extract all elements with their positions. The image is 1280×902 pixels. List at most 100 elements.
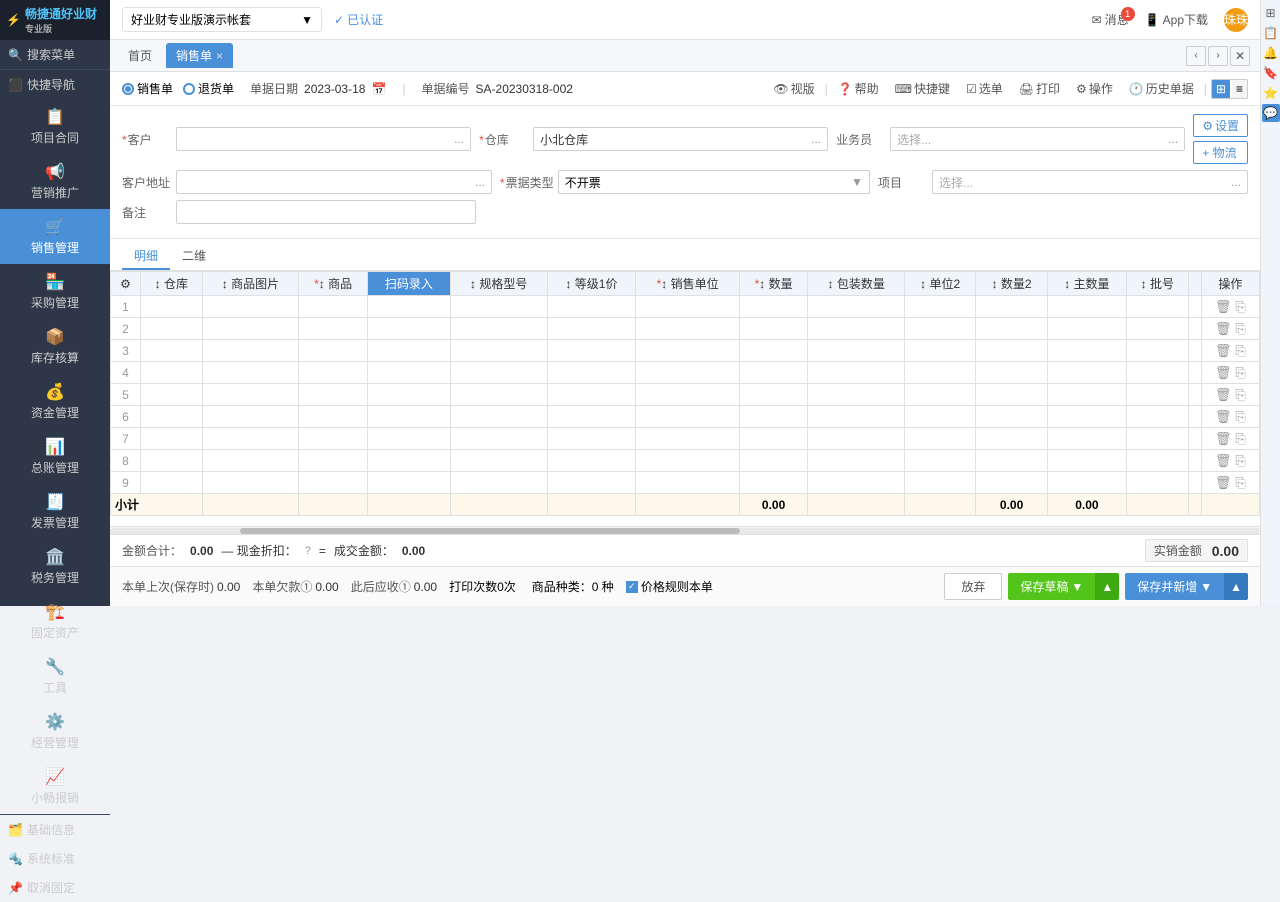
delete-row-icon[interactable]: 🗑 — [1215, 387, 1232, 403]
user-btn[interactable]: 珠珠 — [1224, 8, 1248, 32]
cell-10[interactable] — [976, 340, 1047, 362]
delete-row-icon[interactable]: 🗑 — [1215, 431, 1232, 447]
scrollbar-thumb[interactable] — [240, 528, 740, 534]
print-btn[interactable]: 🖨 打印 — [1013, 78, 1066, 99]
sidebar-item-management[interactable]: ⚙️ 经营管理 — [0, 704, 110, 759]
cell-11[interactable] — [1047, 296, 1126, 318]
app-download-btn[interactable]: 📱 App下载 — [1145, 11, 1208, 28]
cell-0[interactable] — [141, 340, 203, 362]
operation-btn[interactable]: ⚙ 操作 — [1070, 78, 1119, 99]
cell-0[interactable] — [141, 450, 203, 472]
cell-9[interactable] — [904, 362, 975, 384]
copy-row-icon[interactable]: ⎘ — [1235, 431, 1245, 447]
cell-4[interactable] — [450, 406, 547, 428]
cell-12[interactable] — [1126, 384, 1188, 406]
cell-3[interactable] — [367, 472, 450, 494]
cell-1[interactable] — [202, 450, 299, 472]
cell-5[interactable] — [547, 428, 636, 450]
address-dots[interactable]: ... — [475, 175, 485, 189]
cell-2[interactable] — [299, 362, 367, 384]
rp-icon-6[interactable]: 💬 — [1262, 104, 1280, 122]
tab-prev-arrow[interactable]: ‹ — [1186, 46, 1206, 66]
grid-view-icon[interactable]: ⊞ — [1212, 80, 1230, 98]
sidebar-item-pin[interactable]: 📌 取消固定 — [0, 873, 110, 902]
table-scrollbar[interactable] — [110, 526, 1260, 534]
price-rule-checkbox[interactable]: ✓ 价格规则本单 — [626, 578, 713, 595]
cell-13[interactable] — [1188, 340, 1201, 362]
cell-12[interactable] — [1126, 406, 1188, 428]
sidebar-item-basics[interactable]: 🗂️ 基础信息 — [0, 815, 110, 844]
cell-11[interactable] — [1047, 406, 1126, 428]
cell-3[interactable] — [367, 406, 450, 428]
cell-7[interactable] — [739, 428, 807, 450]
cell-9[interactable] — [904, 318, 975, 340]
cell-6[interactable] — [636, 296, 739, 318]
cell-5[interactable] — [547, 450, 636, 472]
cell-7[interactable] — [739, 318, 807, 340]
cell-12[interactable] — [1126, 428, 1188, 450]
remark-input[interactable] — [176, 200, 476, 224]
cell-2[interactable] — [299, 296, 367, 318]
sidebar-item-report[interactable]: 📈 小畅报销 — [0, 759, 110, 814]
cell-10[interactable] — [976, 362, 1047, 384]
cell-9[interactable] — [904, 406, 975, 428]
copy-row-icon[interactable]: ⎘ — [1235, 475, 1245, 491]
cell-9[interactable] — [904, 296, 975, 318]
cell-11[interactable] — [1047, 472, 1126, 494]
cell-12[interactable] — [1126, 450, 1188, 472]
cell-5[interactable] — [547, 340, 636, 362]
sidebar-item-marketing[interactable]: 📢 营销推广 — [0, 154, 110, 209]
cell-10[interactable] — [976, 296, 1047, 318]
quick-nav[interactable]: ⬛ 快捷导航 — [0, 70, 110, 99]
save-draft-button[interactable]: 保存草稿 ▼ — [1008, 573, 1095, 600]
cell-12[interactable] — [1126, 318, 1188, 340]
copy-row-icon[interactable]: ⎘ — [1235, 343, 1245, 359]
cell-9[interactable] — [904, 472, 975, 494]
tab-home[interactable]: 首页 — [120, 43, 160, 68]
cell-0[interactable] — [141, 406, 203, 428]
sidebar-item-purchase[interactable]: 🏪 采购管理 — [0, 264, 110, 319]
customer-dots[interactable]: ... — [454, 132, 464, 146]
cell-5[interactable] — [547, 296, 636, 318]
copy-row-icon[interactable]: ⎘ — [1235, 321, 1245, 337]
tab-detail[interactable]: 明细 — [122, 243, 170, 270]
cell-0[interactable] — [141, 362, 203, 384]
address-input[interactable]: ... — [176, 170, 492, 194]
cell-5[interactable] — [547, 384, 636, 406]
cell-4[interactable] — [450, 296, 547, 318]
cell-3[interactable] — [367, 318, 450, 340]
project-input[interactable]: 选择... ... — [932, 170, 1248, 194]
sidebar-item-projects[interactable]: 📋 项目合同 — [0, 99, 110, 154]
cell-8[interactable] — [808, 472, 905, 494]
cell-8[interactable] — [808, 450, 905, 472]
warehouse-dots[interactable]: ... — [811, 132, 821, 146]
cell-1[interactable] — [202, 318, 299, 340]
cell-4[interactable] — [450, 428, 547, 450]
cell-2[interactable] — [299, 472, 367, 494]
radio-sale[interactable]: 销售单 — [122, 80, 173, 97]
cell-7[interactable] — [739, 472, 807, 494]
sidebar-item-tax[interactable]: 🏛️ 税务管理 — [0, 539, 110, 594]
cell-10[interactable] — [976, 384, 1047, 406]
cell-13[interactable] — [1188, 296, 1201, 318]
setup-button[interactable]: ⚙ 设置 — [1193, 114, 1248, 137]
cell-3[interactable] — [367, 428, 450, 450]
cell-4[interactable] — [450, 318, 547, 340]
cell-2[interactable] — [299, 428, 367, 450]
date-value[interactable]: 2023-03-18 — [304, 82, 365, 96]
rp-icon-5[interactable]: ⭐ — [1262, 84, 1280, 102]
cell-0[interactable] — [141, 384, 203, 406]
cell-3[interactable] — [367, 384, 450, 406]
copy-row-icon[interactable]: ⎘ — [1235, 299, 1245, 315]
save-draft-arrow-btn[interactable]: ▲ — [1095, 573, 1119, 600]
tab-2d[interactable]: 二维 — [170, 243, 218, 270]
history-btn[interactable]: 🕐 历史单据 — [1123, 78, 1200, 99]
cell-10[interactable] — [976, 472, 1047, 494]
cell-0[interactable] — [141, 318, 203, 340]
shortcut-btn[interactable]: ⌨ 快捷键 — [889, 78, 956, 99]
cell-2[interactable] — [299, 384, 367, 406]
radio-return[interactable]: 退货单 — [183, 80, 234, 97]
cell-1[interactable] — [202, 362, 299, 384]
copy-row-icon[interactable]: ⎘ — [1235, 453, 1245, 469]
cell-6[interactable] — [636, 450, 739, 472]
